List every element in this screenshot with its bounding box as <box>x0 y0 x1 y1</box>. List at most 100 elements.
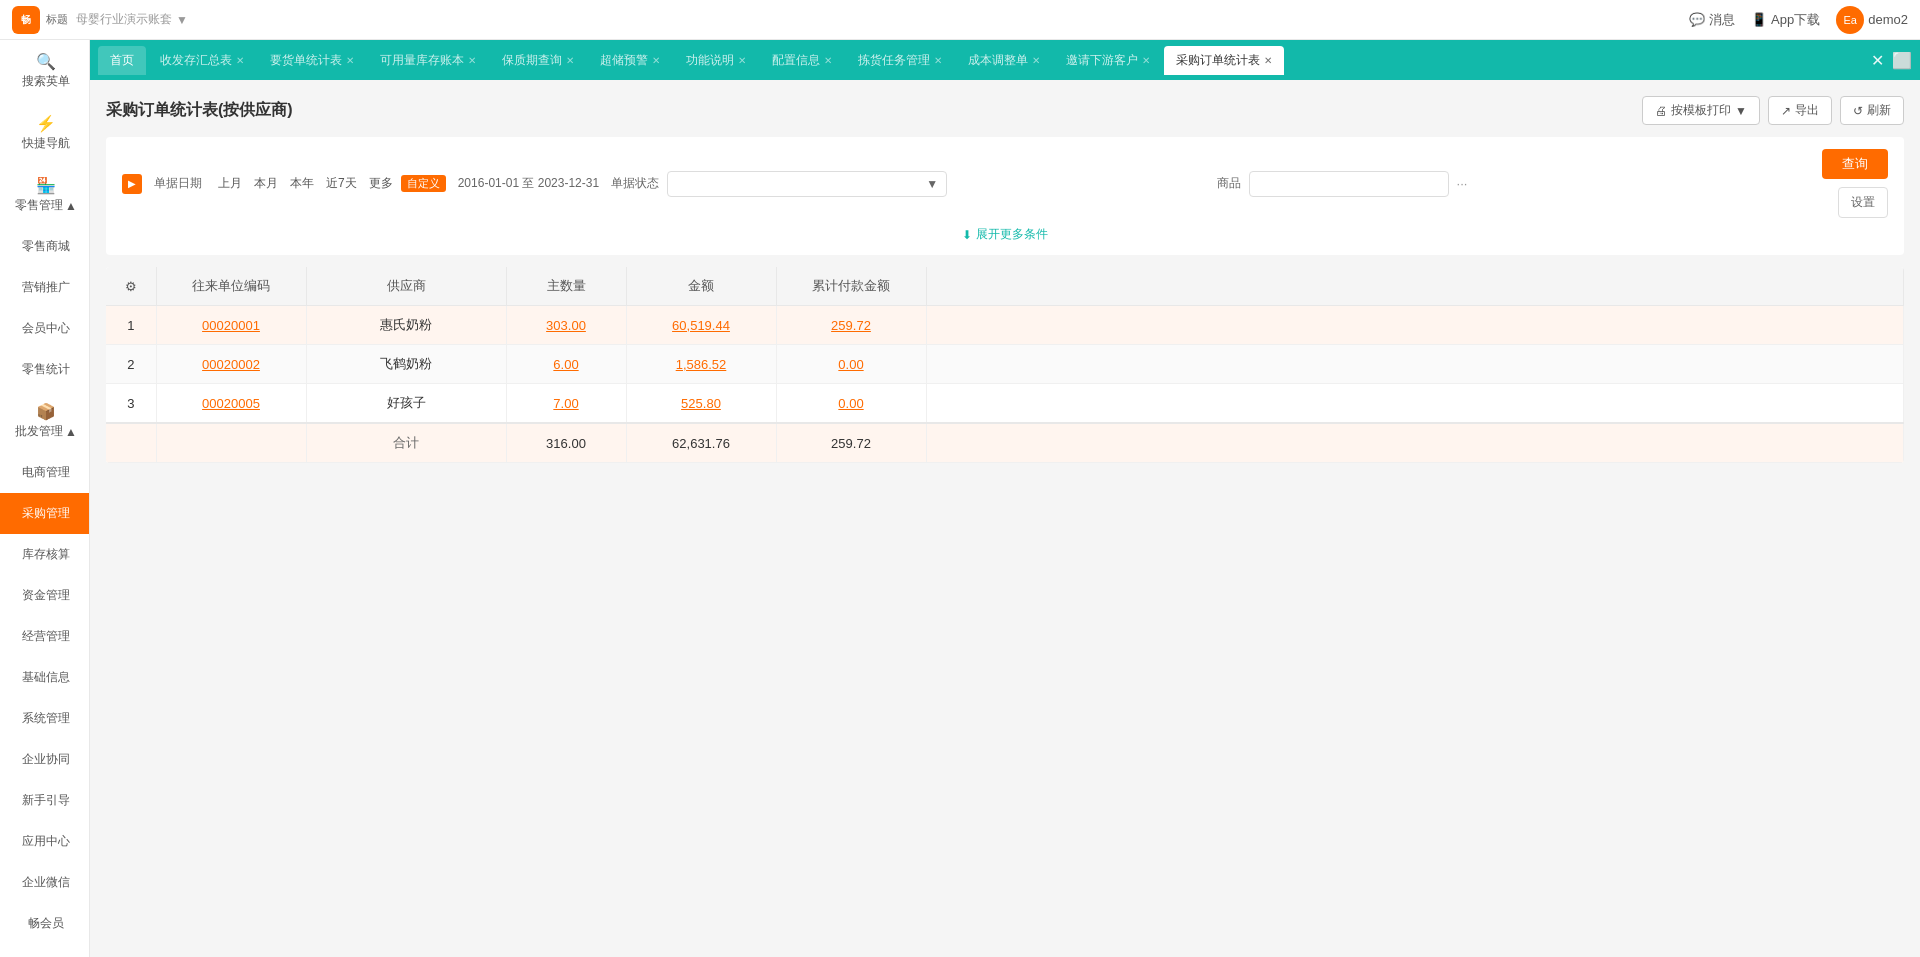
sidebar-item-inventory[interactable]: 库存核算 <box>0 534 89 575</box>
tab-close-icon[interactable]: ✕ <box>824 55 832 66</box>
sidebar-item-wechat[interactable]: 企业微信 <box>0 862 89 903</box>
tab-close-icon[interactable]: ✕ <box>738 55 746 66</box>
tab-purchase-stat[interactable]: 采购订单统计表 ✕ <box>1164 46 1284 75</box>
goods-more-icon[interactable]: ··· <box>1457 176 1468 191</box>
date-this-month[interactable]: 本月 <box>250 173 282 194</box>
goods-input[interactable] <box>1249 171 1449 197</box>
settings-gear-icon[interactable]: ⚙ <box>125 279 137 294</box>
sidebar-item-label: 系统管理 <box>22 710 70 727</box>
amount-link[interactable]: 60,519.44 <box>672 318 730 333</box>
message-button[interactable]: 💬 消息 <box>1689 11 1735 29</box>
amount-link[interactable]: 525.80 <box>681 396 721 411</box>
tab-close-icon[interactable]: ✕ <box>934 55 942 66</box>
sidebar-item-member2[interactable]: 畅会员 <box>0 903 89 944</box>
sidebar-item-operations[interactable]: 经营管理 <box>0 616 89 657</box>
date-more[interactable]: 更多 <box>365 173 397 194</box>
sidebar-item-retail[interactable]: 🏪 零售管理 ▲ <box>0 164 89 226</box>
data-table: ⚙ 往来单位编码 供应商 主数量 <box>106 267 1904 463</box>
paid-link[interactable]: 0.00 <box>838 357 863 372</box>
expand-more-button[interactable]: ⬇ 展开更多条件 <box>962 226 1048 243</box>
code-link[interactable]: 00020001 <box>202 318 260 333</box>
tab-close-icon[interactable]: ✕ <box>1142 55 1150 66</box>
qty-link[interactable]: 6.00 <box>553 357 578 372</box>
tab-func-desc[interactable]: 功能说明 ✕ <box>674 46 758 75</box>
row-supplier: 惠氏奶粉 <box>306 306 506 345</box>
qty-link[interactable]: 7.00 <box>553 396 578 411</box>
row-code: 00020001 <box>156 306 306 345</box>
tab-invite[interactable]: 邀请下游客户 ✕ <box>1054 46 1162 75</box>
tab-overstock[interactable]: 超储预警 ✕ <box>588 46 672 75</box>
tab-goods-stat[interactable]: 要货单统计表 ✕ <box>258 46 366 75</box>
sidebar-item-guide[interactable]: 新手引导 <box>0 780 89 821</box>
date-this-year[interactable]: 本年 <box>286 173 318 194</box>
paid-link[interactable]: 0.00 <box>838 396 863 411</box>
settings-button[interactable]: 设置 <box>1838 187 1888 218</box>
sidebar-item-basic[interactable]: 基础信息 <box>0 657 89 698</box>
paid-link[interactable]: 259.72 <box>831 318 871 333</box>
expand-label: 展开更多条件 <box>976 226 1048 243</box>
tab-close-icon[interactable]: ✕ <box>652 55 660 66</box>
qty-link[interactable]: 303.00 <box>546 318 586 333</box>
table-row: 2 00020002 飞鹤奶粉 6.00 1,586.52 <box>106 345 1904 384</box>
date-last-month[interactable]: 上月 <box>214 173 246 194</box>
expand-icon: ⬇ <box>962 228 972 242</box>
sidebar-item-search[interactable]: 🔍 搜索英单 <box>0 40 89 102</box>
date-custom-badge: 自定义 <box>401 175 446 192</box>
sidebar-item-member[interactable]: 会员中心 <box>0 308 89 349</box>
tab-pick-task[interactable]: 拣货任务管理 ✕ <box>846 46 954 75</box>
row-paid: 0.00 <box>776 345 926 384</box>
print-dropdown-icon: ▼ <box>1735 104 1747 118</box>
tab-home[interactable]: 首页 <box>98 46 146 75</box>
tab-close-icon[interactable]: ✕ <box>1032 55 1040 66</box>
row-qty: 6.00 <box>506 345 626 384</box>
sidebar-item-retail-stat[interactable]: 零售统计 <box>0 349 89 390</box>
code-link[interactable]: 00020005 <box>202 396 260 411</box>
tab-close-all-icon[interactable]: ✕ <box>1871 51 1884 70</box>
code-link[interactable]: 00020002 <box>202 357 260 372</box>
footer-qty: 316.00 <box>506 423 626 463</box>
sidebar-item-label: 企业协同 <box>22 751 70 768</box>
page-actions: 🖨 按模板打印 ▼ ↗ 导出 ↺ 刷新 <box>1642 96 1904 125</box>
sidebar-item-label: 批发管理 <box>15 423 63 440</box>
date-7-days[interactable]: 近7天 <box>322 173 361 194</box>
app-download-button[interactable]: 📱 App下载 <box>1751 11 1820 29</box>
sidebar-item-wholesale[interactable]: 📦 批发管理 ▲ <box>0 390 89 452</box>
tab-inventory-book[interactable]: 可用量库存账本 ✕ <box>368 46 488 75</box>
print-button[interactable]: 🖨 按模板打印 ▼ <box>1642 96 1760 125</box>
tab-label: 邀请下游客户 <box>1066 52 1138 69</box>
user-profile[interactable]: Ea demo2 <box>1836 6 1908 34</box>
sidebar-item-retail-mall[interactable]: 零售商城 <box>0 226 89 267</box>
tab-cost-adj[interactable]: 成本调整单 ✕ <box>956 46 1052 75</box>
refresh-button[interactable]: ↺ 刷新 <box>1840 96 1904 125</box>
footer-paid: 259.72 <box>776 423 926 463</box>
print-icon: 🖨 <box>1655 104 1667 118</box>
tab-close-icon[interactable]: ✕ <box>566 55 574 66</box>
tab-close-icon[interactable]: ✕ <box>468 55 476 66</box>
tab-expand-icon[interactable]: ⬜ <box>1892 51 1912 70</box>
sidebar-item-enterprise[interactable]: 企业协同 <box>0 739 89 780</box>
tab-close-icon[interactable]: ✕ <box>1264 55 1272 66</box>
tab-close-icon[interactable]: ✕ <box>236 55 244 66</box>
sidebar-item-ecommerce[interactable]: 电商管理 <box>0 452 89 493</box>
th-qty: 主数量 <box>506 267 626 306</box>
status-select[interactable]: ▼ <box>667 171 947 197</box>
export-button[interactable]: ↗ 导出 <box>1768 96 1832 125</box>
sidebar-item-app-center[interactable]: 应用中心 <box>0 821 89 862</box>
amount-link[interactable]: 1,586.52 <box>676 357 727 372</box>
sidebar-item-finance[interactable]: 资金管理 <box>0 575 89 616</box>
tab-close-icon[interactable]: ✕ <box>346 55 354 66</box>
tab-receive-summary[interactable]: 收发存汇总表 ✕ <box>148 46 256 75</box>
th-code: 往来单位编码 <box>156 267 306 306</box>
sidebar-item-system[interactable]: 系统管理 <box>0 698 89 739</box>
sidebar-item-shortcut[interactable]: ⚡ 快捷导航 <box>0 102 89 164</box>
tab-label: 超储预警 <box>600 52 648 69</box>
tab-expiry-query[interactable]: 保质期查询 ✕ <box>490 46 586 75</box>
filter-toggle[interactable]: ▶ <box>122 174 142 194</box>
sidebar-item-marketing[interactable]: 营销推广 <box>0 267 89 308</box>
table-header-row: ⚙ 往来单位编码 供应商 主数量 <box>106 267 1904 306</box>
row-paid: 0.00 <box>776 384 926 424</box>
search-button[interactable]: 查询 <box>1822 149 1888 179</box>
sidebar-item-purchase[interactable]: 采购管理 <box>0 493 89 534</box>
content-area: 首页 收发存汇总表 ✕ 要货单统计表 ✕ 可用量库存账本 ✕ 保质期查询 ✕ <box>90 40 1920 957</box>
tab-config[interactable]: 配置信息 ✕ <box>760 46 844 75</box>
